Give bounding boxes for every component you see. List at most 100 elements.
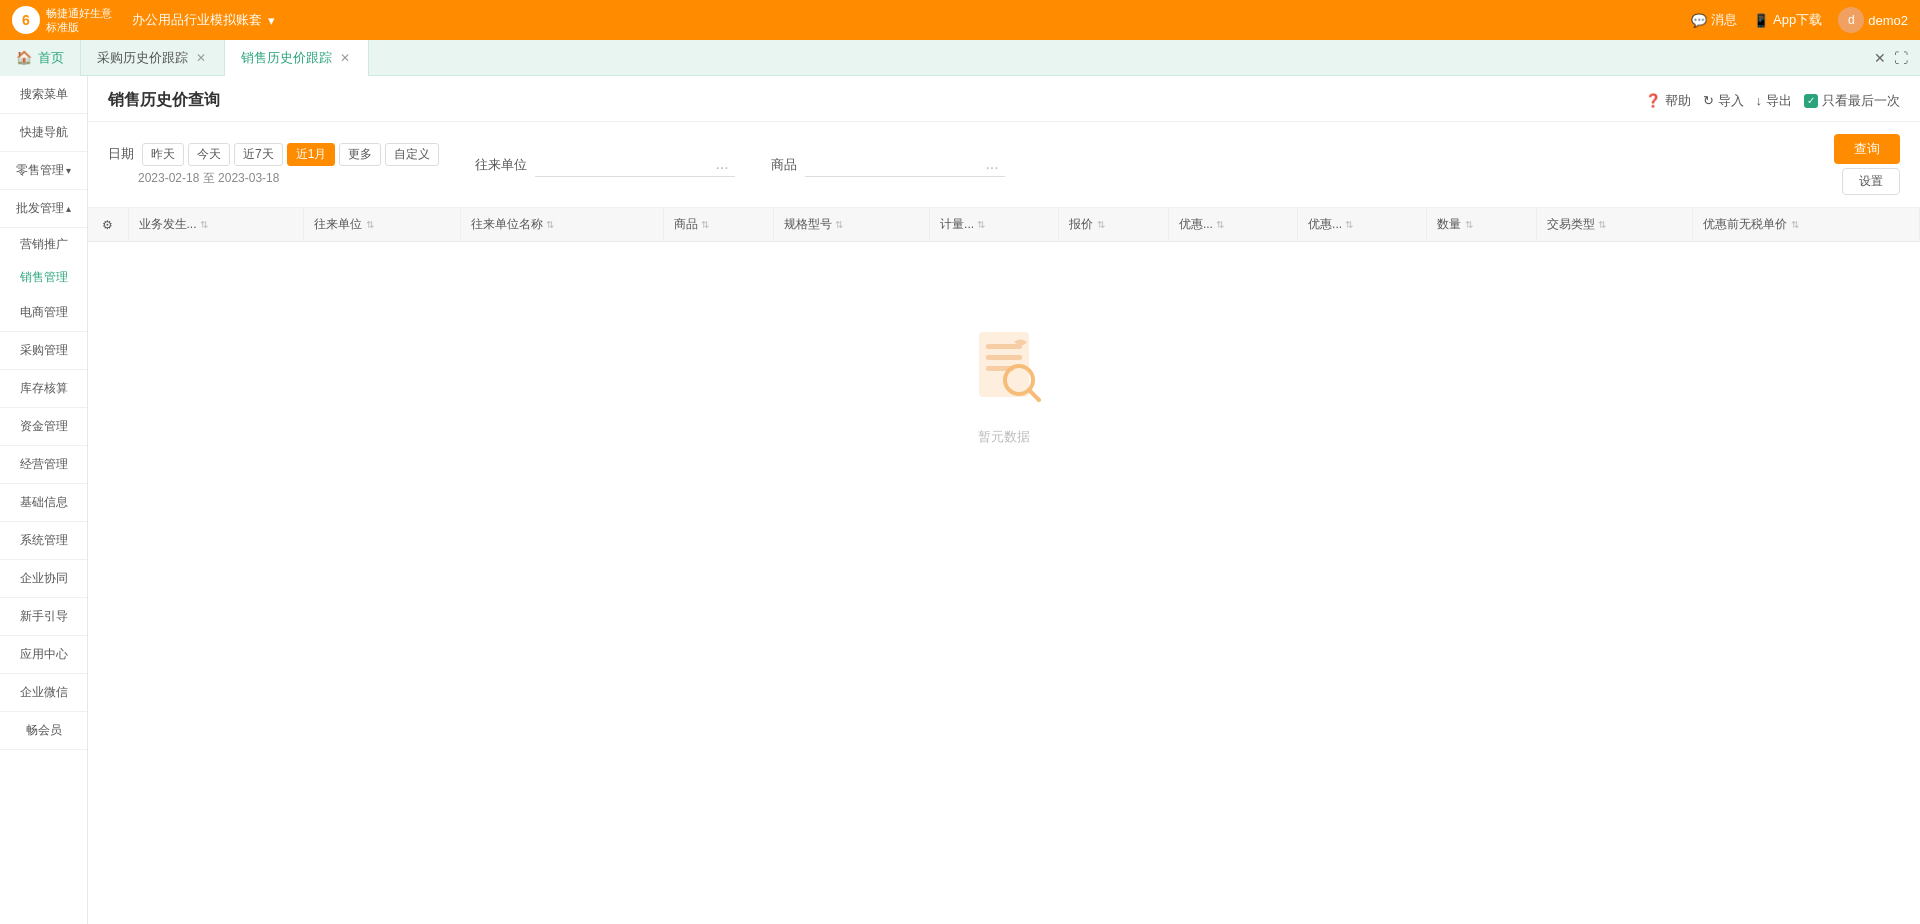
page-title: 销售历史价查询 bbox=[108, 90, 220, 111]
sidebar-item-wholesale-mgmt[interactable]: 批发管理 ▴ bbox=[0, 190, 87, 228]
sidebar-item-enterprise-agree[interactable]: 企业协同 bbox=[0, 560, 87, 598]
sort-icon: ⇅ bbox=[366, 219, 374, 230]
partner-label: 往来单位 bbox=[475, 156, 527, 174]
col-biz-date[interactable]: 业务发生... ⇅ bbox=[128, 208, 304, 242]
col-partner-code[interactable]: 往来单位 ⇅ bbox=[304, 208, 460, 242]
filter-bar: 日期 昨天 今天 近7天 近1月 更多 自定义 2023-02-18 至 202… bbox=[88, 122, 1920, 208]
logo-text: 畅捷通好生意 标准版 bbox=[46, 6, 112, 35]
close-window-button[interactable]: ✕ bbox=[1874, 50, 1886, 66]
partner-filter-row: 往来单位 ... bbox=[475, 153, 735, 177]
svg-rect-1 bbox=[986, 344, 1022, 349]
close-purchase-history-tab[interactable]: ✕ bbox=[194, 49, 208, 67]
col-goods[interactable]: 商品 ⇅ bbox=[663, 208, 773, 242]
sort-icon: ⇅ bbox=[200, 219, 208, 230]
date-filter-row: 日期 昨天 今天 近7天 近1月 更多 自定义 bbox=[108, 143, 439, 166]
maximize-window-button[interactable]: ⛶ bbox=[1894, 50, 1908, 66]
app-selector-area: 办公用品行业模拟账套 ▾ bbox=[112, 11, 1691, 29]
partner-dots[interactable]: ... bbox=[715, 155, 728, 173]
help-button[interactable]: ❓ 帮助 bbox=[1645, 92, 1691, 110]
empty-text: 暂元数据 bbox=[978, 428, 1030, 446]
date-btn-custom[interactable]: 自定义 bbox=[385, 143, 439, 166]
empty-illustration bbox=[959, 322, 1049, 412]
app-selector[interactable]: 办公用品行业模拟账套 ▾ bbox=[132, 11, 275, 29]
table-container: ⚙ 业务发生... ⇅ 往来单位 ⇅ 往来单位名称 ⇅ bbox=[88, 208, 1920, 924]
col-pre-tax-price[interactable]: 优惠前无税单价 ⇅ bbox=[1693, 208, 1920, 242]
page-actions: ❓ 帮助 ↻ 导入 ↓ 导出 ✓ 只看最后一次 bbox=[1645, 92, 1901, 110]
svg-rect-2 bbox=[986, 355, 1022, 360]
col-quantity[interactable]: 数量 ⇅ bbox=[1427, 208, 1537, 242]
import-button[interactable]: ↻ 导入 bbox=[1703, 92, 1744, 110]
sidebar-item-sys-mgmt[interactable]: 系统管理 bbox=[0, 522, 87, 560]
top-bar: 6 畅捷通好生意 标准版 办公用品行业模拟账套 ▾ 💬 消息 📱 App下载 d… bbox=[0, 0, 1920, 40]
sort-icon: ⇅ bbox=[1598, 219, 1606, 230]
chevron-up-icon: ▴ bbox=[66, 203, 71, 214]
tab-bar: 🏠 首页 采购历史价跟踪 ✕ 销售历史价跟踪 ✕ ✕ ⛶ bbox=[0, 40, 1920, 76]
sort-icon: ⇅ bbox=[1791, 219, 1799, 230]
user-menu[interactable]: d demo2 bbox=[1838, 7, 1908, 33]
col-discount1[interactable]: 优惠... ⇅ bbox=[1168, 208, 1297, 242]
sidebar-item-sales-mgmt[interactable]: 销售管理 bbox=[0, 261, 87, 294]
sort-icon: ⇅ bbox=[835, 219, 843, 230]
sort-icon: ⇅ bbox=[1216, 219, 1224, 230]
checkbox-icon: ✓ bbox=[1804, 94, 1818, 108]
date-btn-1month[interactable]: 近1月 bbox=[287, 143, 336, 166]
sidebar-item-fund-mgmt[interactable]: 资金管理 bbox=[0, 408, 87, 446]
filter-actions: 查询 设置 bbox=[1834, 134, 1900, 195]
partner-input[interactable] bbox=[535, 153, 715, 176]
main-layout: 搜索菜单 快捷导航 零售管理 ▾ 批发管理 ▴ 营销推广 销售管理 电商管理 采… bbox=[0, 76, 1920, 924]
date-btn-7days[interactable]: 近7天 bbox=[234, 143, 283, 166]
date-btn-more[interactable]: 更多 bbox=[339, 143, 381, 166]
sort-icon: ⇅ bbox=[1465, 219, 1473, 230]
col-trade-type[interactable]: 交易类型 ⇅ bbox=[1536, 208, 1692, 242]
col-spec[interactable]: 规格型号 ⇅ bbox=[773, 208, 929, 242]
col-discount2[interactable]: 优惠... ⇅ bbox=[1298, 208, 1427, 242]
goods-input[interactable] bbox=[805, 153, 985, 176]
date-range-text: 2023-02-18 至 2023-03-18 bbox=[138, 171, 279, 185]
logo[interactable]: 6 畅捷通好生意 标准版 bbox=[12, 6, 112, 35]
sort-icon: ⇅ bbox=[1345, 219, 1353, 230]
app-download-button[interactable]: 📱 App下载 bbox=[1753, 11, 1822, 29]
date-btn-today[interactable]: 今天 bbox=[188, 143, 230, 166]
close-sales-history-tab[interactable]: ✕ bbox=[338, 49, 352, 67]
settings-button[interactable]: 设置 bbox=[1842, 168, 1900, 195]
avatar: d bbox=[1838, 7, 1864, 33]
sidebar-item-quick-nav[interactable]: 快捷导航 bbox=[0, 114, 87, 152]
logo-icon: 6 bbox=[12, 6, 40, 34]
sidebar-item-app-center[interactable]: 应用中心 bbox=[0, 636, 87, 674]
sort-icon: ⇅ bbox=[701, 219, 709, 230]
svg-line-5 bbox=[1029, 390, 1039, 400]
sidebar-item-enterprise-wechat[interactable]: 企业微信 bbox=[0, 674, 87, 712]
goods-filter-row: 商品 ... bbox=[771, 153, 1005, 177]
col-unit[interactable]: 计量... ⇅ bbox=[930, 208, 1059, 242]
query-button[interactable]: 查询 bbox=[1834, 134, 1900, 164]
chevron-down-icon: ▾ bbox=[66, 165, 71, 176]
sidebar-item-ops-mgmt[interactable]: 经营管理 bbox=[0, 446, 87, 484]
export-button[interactable]: ↓ 导出 bbox=[1756, 92, 1793, 110]
page-header: 销售历史价查询 ❓ 帮助 ↻ 导入 ↓ 导出 ✓ 只看最后一次 bbox=[88, 76, 1920, 122]
col-settings[interactable]: ⚙ bbox=[88, 208, 128, 242]
messages-button[interactable]: 💬 消息 bbox=[1691, 11, 1737, 29]
sidebar-item-purchase-mgmt[interactable]: 采购管理 bbox=[0, 332, 87, 370]
sidebar-item-inventory[interactable]: 库存核算 bbox=[0, 370, 87, 408]
sidebar-item-vip[interactable]: 畅会员 bbox=[0, 712, 87, 750]
date-btn-yesterday[interactable]: 昨天 bbox=[142, 143, 184, 166]
sidebar-item-search-menu[interactable]: 搜索菜单 bbox=[0, 76, 87, 114]
data-table: ⚙ 业务发生... ⇅ 往来单位 ⇅ 往来单位名称 ⇅ bbox=[88, 208, 1920, 526]
empty-state: 暂元数据 bbox=[88, 242, 1920, 526]
col-partner-name[interactable]: 往来单位名称 ⇅ bbox=[460, 208, 663, 242]
tab-purchase-history[interactable]: 采购历史价跟踪 ✕ bbox=[81, 40, 225, 76]
sidebar-item-ecom-mgmt[interactable]: 电商管理 bbox=[0, 294, 87, 332]
sidebar-item-newbie[interactable]: 新手引导 bbox=[0, 598, 87, 636]
tab-home[interactable]: 🏠 首页 bbox=[0, 40, 81, 76]
tab-sales-history[interactable]: 销售历史价跟踪 ✕ bbox=[225, 40, 369, 76]
col-quoted-price[interactable]: 报价 ⇅ bbox=[1059, 208, 1169, 242]
sidebar-item-retail-mgmt[interactable]: 零售管理 ▾ bbox=[0, 152, 87, 190]
sidebar-item-basic-info[interactable]: 基础信息 bbox=[0, 484, 87, 522]
sort-icon: ⇅ bbox=[1097, 219, 1105, 230]
goods-dots[interactable]: ... bbox=[985, 155, 998, 173]
goods-label: 商品 bbox=[771, 156, 797, 174]
date-label: 日期 bbox=[108, 145, 134, 163]
last-only-checkbox[interactable]: ✓ 只看最后一次 bbox=[1804, 92, 1900, 110]
date-buttons: 昨天 今天 近7天 近1月 更多 自定义 bbox=[142, 143, 439, 166]
sidebar-item-marketing[interactable]: 营销推广 bbox=[0, 228, 87, 261]
